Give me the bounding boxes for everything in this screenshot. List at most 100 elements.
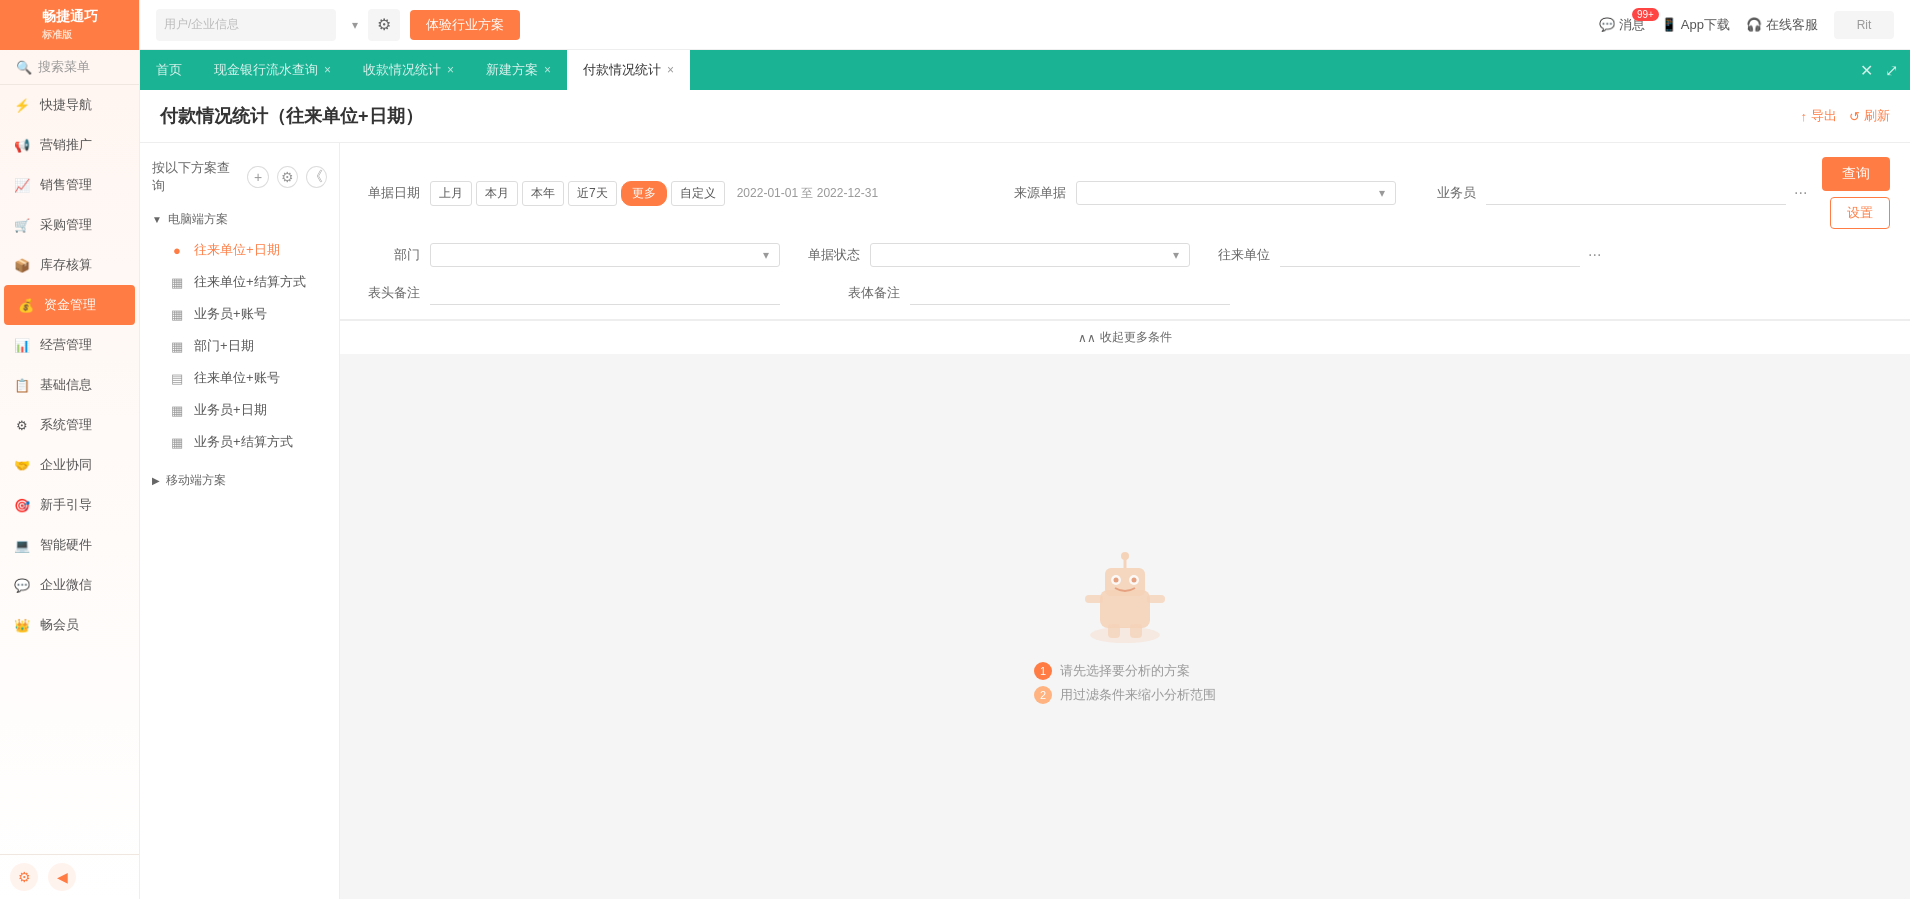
user-selector[interactable]: 用户/企业信息 xyxy=(156,9,336,41)
scheme-item-staff-settle[interactable]: ▦ 业务员+结算方式 xyxy=(140,426,339,458)
topbar: 用户/企业信息 ▾ ⚙ 体验行业方案 💬 消息 99+ 📱 App下载 🎧 在线… xyxy=(140,0,1910,50)
tab-new-scheme[interactable]: 新建方案 × xyxy=(470,50,567,90)
scheme-item-partner-date[interactable]: ● 往来单位+日期 xyxy=(140,234,339,266)
sidebar-item-wechat-label: 企业微信 xyxy=(40,576,92,594)
scheme-panel-label: 按以下方案查询 xyxy=(152,159,239,195)
staff-input[interactable] xyxy=(1486,181,1786,205)
scheme-item-staff-account[interactable]: ▦ 业务员+账号 xyxy=(140,298,339,330)
refresh-btn[interactable]: ↺ 刷新 xyxy=(1849,107,1890,125)
sidebar-item-guide[interactable]: 🎯 新手引导 xyxy=(0,485,139,525)
sidebar-item-system[interactable]: ⚙ 系统管理 xyxy=(0,405,139,445)
desktop-section-label: 电脑端方案 xyxy=(168,211,228,228)
dept-select[interactable]: ▾ xyxy=(430,243,780,267)
source-chevron-icon: ▾ xyxy=(1379,186,1385,200)
app-download-btn[interactable]: 📱 App下载 xyxy=(1661,16,1730,34)
staff-date-icon: ▦ xyxy=(168,401,186,419)
sidebar-item-funds-label: 资金管理 xyxy=(44,296,96,314)
sidebar-item-basic-info[interactable]: 📋 基础信息 xyxy=(0,365,139,405)
tab-new-scheme-close[interactable]: × xyxy=(544,63,551,77)
guide-icon: 🎯 xyxy=(12,495,32,515)
sidebar-collapse-btn[interactable]: ◀ xyxy=(48,863,76,891)
date-btn-7days[interactable]: 近7天 xyxy=(568,181,617,206)
message-btn[interactable]: 💬 消息 99+ xyxy=(1599,16,1645,34)
tabbar-close-all-icon[interactable]: ✕ xyxy=(1860,61,1873,80)
empty-area: 1 请先选择要分析的方案 2 用过滤条件来缩小分析范围 xyxy=(340,354,1910,899)
body-note-input[interactable] xyxy=(910,281,1230,305)
tab-cash-flow-close[interactable]: × xyxy=(324,63,331,77)
partner-input-area: ··· xyxy=(1280,243,1600,267)
partner-more-icon[interactable]: ··· xyxy=(1588,246,1601,264)
date-label: 单据日期 xyxy=(360,184,430,202)
sidebar-item-operations[interactable]: 📊 经营管理 xyxy=(0,325,139,365)
collapse-bar[interactable]: ∧∧ 收起更多条件 xyxy=(340,320,1910,354)
sidebar-item-quick-nav[interactable]: ⚡ 快捷导航 xyxy=(0,85,139,125)
page-header-actions: ↑ 导出 ↺ 刷新 xyxy=(1801,107,1891,125)
online-service-btn[interactable]: 🎧 在线客服 xyxy=(1746,16,1818,34)
query-btn[interactable]: 查询 xyxy=(1822,157,1890,191)
tab-receipt-stats[interactable]: 收款情况统计 × xyxy=(347,50,470,90)
sidebar-item-purchase[interactable]: 🛒 采购管理 xyxy=(0,205,139,245)
scheme-settings-btn[interactable]: ⚙ xyxy=(277,166,298,188)
page-content: 付款情况统计（往来单位+日期） ↑ 导出 ↺ 刷新 按以下方案查询 + ⚙ xyxy=(140,90,1910,899)
export-icon: ↑ xyxy=(1801,109,1808,124)
sidebar-item-inventory[interactable]: 📦 库存核算 xyxy=(0,245,139,285)
avatar-text: Rit xyxy=(1857,18,1872,32)
date-btn-custom[interactable]: 自定义 xyxy=(671,181,725,206)
empty-tip-2: 2 用过滤条件来缩小分析范围 xyxy=(1034,686,1216,704)
scheme-item-partner-account[interactable]: ▤ 往来单位+账号 xyxy=(140,362,339,394)
doc-status-select[interactable]: ▾ xyxy=(870,243,1190,267)
search-menu[interactable]: 🔍 搜索菜单 xyxy=(0,50,139,85)
user-chevron-icon[interactable]: ▾ xyxy=(352,18,358,32)
tab-payment-stats[interactable]: 付款情况统计 × xyxy=(567,50,690,90)
tab-new-scheme-label: 新建方案 xyxy=(486,61,538,79)
staff-more-icon[interactable]: ··· xyxy=(1794,184,1807,202)
date-btns: 上月 本月 本年 近7天 更多 自定义 2022-01-01 至 2022-12… xyxy=(430,181,986,206)
mobile-section-label: 移动端方案 xyxy=(166,472,226,489)
export-btn[interactable]: ↑ 导出 xyxy=(1801,107,1838,125)
topbar-settings-btn[interactable]: ⚙ xyxy=(368,9,400,41)
scheme-add-btn[interactable]: + xyxy=(247,166,268,188)
app-logo: 畅捷通巧 标准版 xyxy=(0,0,139,50)
svg-rect-11 xyxy=(1108,624,1120,638)
date-btn-more[interactable]: 更多 xyxy=(621,181,667,206)
sidebar: 畅捷通巧 标准版 🔍 搜索菜单 ⚡ 快捷导航 📢 营销推广 📈 销售管理 🛒 采… xyxy=(0,0,140,899)
tab-receipt-stats-close[interactable]: × xyxy=(447,63,454,77)
sidebar-item-marketing[interactable]: 📢 营销推广 xyxy=(0,125,139,165)
sidebar-item-purchase-label: 采购管理 xyxy=(40,216,92,234)
sidebar-item-quick-nav-label: 快捷导航 xyxy=(40,96,92,114)
sidebar-item-enterprise[interactable]: 🤝 企业协同 xyxy=(0,445,139,485)
scheme-item-partner-settle[interactable]: ▦ 往来单位+结算方式 xyxy=(140,266,339,298)
tab-home[interactable]: 首页 xyxy=(140,50,198,90)
source-select[interactable]: ▾ xyxy=(1076,181,1396,205)
sidebar-item-sales[interactable]: 📈 销售管理 xyxy=(0,165,139,205)
sidebar-item-smart-hw[interactable]: 💻 智能硬件 xyxy=(0,525,139,565)
scheme-item-dept-date[interactable]: ▦ 部门+日期 xyxy=(140,330,339,362)
tab-payment-stats-close[interactable]: × xyxy=(667,63,674,77)
date-btn-this-year[interactable]: 本年 xyxy=(522,181,564,206)
enterprise-icon: 🤝 xyxy=(12,455,32,475)
settings-btn[interactable]: 设置 xyxy=(1830,197,1890,229)
user-avatar[interactable]: Rit xyxy=(1834,11,1894,39)
sidebar-item-funds[interactable]: 💰 资金管理 xyxy=(4,285,135,325)
date-btn-last-month[interactable]: 上月 xyxy=(430,181,472,206)
scheme-section-mobile-title[interactable]: ▶ 移动端方案 xyxy=(140,466,339,495)
scheme-panel-header: 按以下方案查询 + ⚙ 《 xyxy=(140,153,339,201)
sidebar-settings-btn[interactable]: ⚙ xyxy=(10,863,38,891)
trial-btn[interactable]: 体验行业方案 xyxy=(410,10,520,40)
staff-label: 业务员 xyxy=(1416,184,1486,202)
sidebar-item-wechat[interactable]: 💬 企业微信 xyxy=(0,565,139,605)
sidebar-item-member[interactable]: 👑 畅会员 xyxy=(0,605,139,645)
scheme-item-dept-date-label: 部门+日期 xyxy=(194,337,254,355)
scheme-item-staff-date[interactable]: ▦ 业务员+日期 xyxy=(140,394,339,426)
scheme-section-desktop-title[interactable]: ▼ 电脑端方案 xyxy=(140,205,339,234)
funds-icon: 💰 xyxy=(16,295,36,315)
tab-cash-flow[interactable]: 现金银行流水查询 × xyxy=(198,50,347,90)
tabbar-actions: ✕ ⤢ xyxy=(1848,50,1910,90)
topbar-right: 💬 消息 99+ 📱 App下载 🎧 在线客服 Rit xyxy=(1599,11,1894,39)
tabbar-expand-icon[interactable]: ⤢ xyxy=(1885,61,1898,80)
header-note-input[interactable] xyxy=(430,281,780,305)
scheme-collapse-btn[interactable]: 《 xyxy=(306,166,327,188)
date-btn-this-month[interactable]: 本月 xyxy=(476,181,518,206)
partner-input[interactable] xyxy=(1280,243,1580,267)
doc-status-chevron-icon: ▾ xyxy=(1173,248,1179,262)
